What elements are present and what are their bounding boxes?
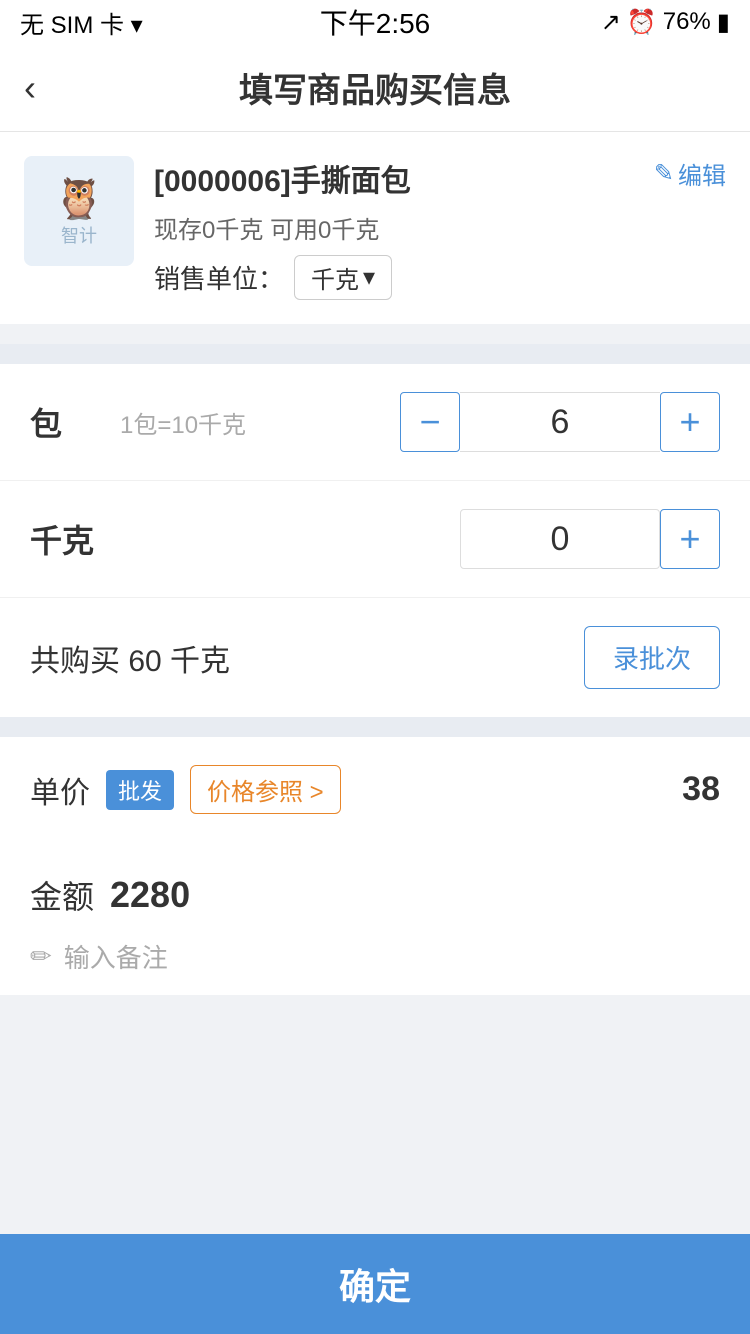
status-right: ↗ ⏰ 76% ▮: [601, 8, 730, 37]
amount-row: 金额 2280: [30, 872, 720, 918]
batch-button[interactable]: 录批次: [584, 626, 720, 689]
kg-qty-input[interactable]: [460, 509, 660, 569]
pencil-icon: ✏: [30, 941, 52, 972]
back-button[interactable]: ‹: [24, 67, 36, 109]
quantity-section: 包 1包=10千克 − + 千克 + 共购买 60 千克 录批次: [0, 364, 750, 717]
product-unit-row: 销售单位： 千克 ▾: [154, 255, 726, 300]
kg-qty-controls: +: [460, 509, 720, 569]
edit-button[interactable]: ✎ 编辑: [654, 156, 726, 191]
product-name: [0000006]手撕面包: [154, 156, 726, 200]
product-logo-text: 智计: [61, 222, 97, 248]
status-time: 下午2:56: [320, 2, 431, 42]
status-left: 无 SIM 卡 ▾: [20, 5, 143, 40]
kg-plus-button[interactable]: +: [660, 509, 720, 569]
amount-section: 金额 2280 ✏ 输入备注: [0, 842, 750, 995]
summary-row: 共购买 60 千克 录批次: [0, 598, 750, 717]
amount-label: 金额: [30, 872, 94, 918]
nav-bar: ‹ 填写商品购买信息: [0, 44, 750, 132]
product-info: [0000006]手撕面包 现存0千克 可用0千克 销售单位： 千克 ▾: [154, 156, 726, 300]
kg-label: 千克: [30, 516, 110, 562]
edit-icon: ✎: [654, 159, 674, 188]
summary-text: 共购买 60 千克: [30, 636, 230, 680]
unit-dropdown-icon: ▾: [363, 263, 375, 292]
status-bar: 无 SIM 卡 ▾ 下午2:56 ↗ ⏰ 76% ▮: [0, 0, 750, 44]
price-row: 单价 批发 价格参照 > 38: [0, 737, 750, 842]
price-badge: 批发: [106, 770, 174, 810]
section-divider-2: [0, 717, 750, 737]
product-thumbnail: 🦉 智计: [24, 156, 134, 266]
page-title: 填写商品购买信息: [239, 63, 511, 112]
battery-icon: ▮: [717, 8, 730, 37]
bag-qty-controls: − +: [400, 392, 720, 452]
section-divider-1: [0, 344, 750, 364]
edit-label: 编辑: [678, 156, 726, 191]
unit-label: 销售单位：: [154, 259, 284, 296]
unit-select[interactable]: 千克 ▾: [294, 255, 392, 300]
bag-plus-button[interactable]: +: [660, 392, 720, 452]
product-card: 🦉 智计 [0000006]手撕面包 现存0千克 可用0千克 销售单位： 千克 …: [0, 132, 750, 324]
confirm-bar[interactable]: 确定: [0, 1234, 750, 1334]
price-label: 单价: [30, 768, 90, 812]
amount-value: 2280: [110, 874, 190, 916]
product-stock: 现存0千克 可用0千克: [154, 210, 726, 245]
price-value: 38: [682, 770, 720, 809]
bag-sublabel: 1包=10千克: [120, 405, 400, 440]
product-logo-icon: 🦉: [54, 175, 104, 222]
location-icon: ↗: [601, 8, 621, 37]
bag-label: 包: [30, 399, 110, 445]
battery-label: 76%: [663, 8, 711, 36]
bag-qty-input[interactable]: [460, 392, 660, 452]
remark-row[interactable]: ✏ 输入备注: [30, 938, 720, 975]
remark-placeholder: 输入备注: [64, 938, 168, 975]
confirm-button-label: 确定: [339, 1258, 411, 1310]
unit-value: 千克: [311, 260, 359, 295]
alarm-icon: ⏰: [627, 8, 657, 37]
kg-qty-row: 千克 +: [0, 481, 750, 598]
sim-label: 无 SIM 卡 ▾: [20, 5, 143, 40]
price-ref-button[interactable]: 价格参照 >: [190, 765, 341, 814]
bag-qty-row: 包 1包=10千克 − +: [0, 364, 750, 481]
bag-minus-button[interactable]: −: [400, 392, 460, 452]
